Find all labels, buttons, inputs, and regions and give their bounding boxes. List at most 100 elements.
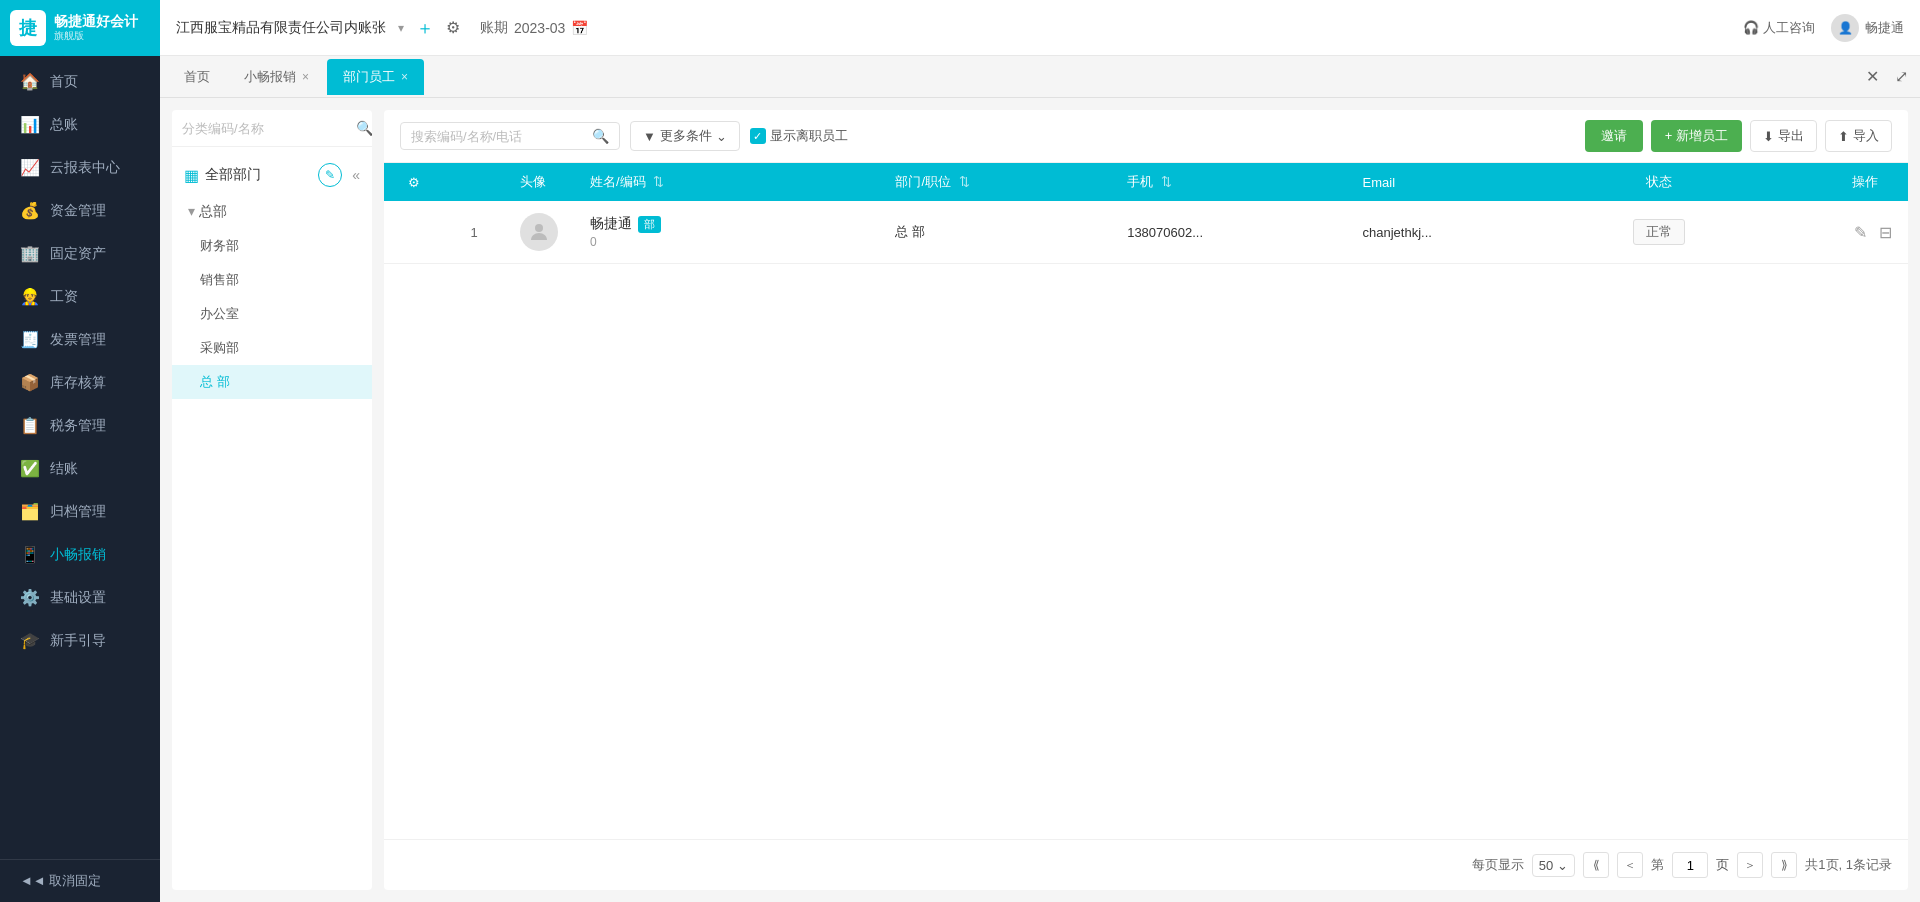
sidebar-item-archive[interactable]: 🗂️ 归档管理: [0, 490, 160, 533]
sidebar-item-funds[interactable]: 💰 资金管理: [0, 189, 160, 232]
row-status-cell: 正常: [1568, 201, 1751, 264]
first-page-button[interactable]: ⟪: [1583, 852, 1609, 878]
settings-icon: ⚙️: [20, 588, 40, 607]
row-name-cell: 畅捷通 部 0: [574, 201, 879, 264]
sidebar-item-inventory[interactable]: 📦 库存核算: [0, 361, 160, 404]
sidebar-item-tax[interactable]: 📋 税务管理: [0, 404, 160, 447]
tab-home-label: 首页: [184, 68, 210, 86]
sort-name-icon: ⇅: [653, 174, 664, 189]
row-dept-cell: 总 部: [879, 201, 1111, 264]
dept-search-bar: 🔍: [172, 110, 372, 147]
filter-icon: ▼: [643, 129, 656, 144]
sidebar-item-label: 基础设置: [50, 589, 106, 607]
toolbar-right-actions: 邀请 + 新增员工 ⬇ 导出 ⬆ 导入: [1585, 120, 1892, 152]
dept-item-caiwubu[interactable]: 财务部: [172, 229, 372, 263]
all-departments-header[interactable]: ▦ 全部部门 ✎ «: [172, 155, 372, 195]
add-company-icon[interactable]: ＋: [416, 16, 434, 40]
per-page-select[interactable]: 50 ⌄: [1532, 854, 1575, 877]
page-unit-label: 页: [1716, 856, 1729, 874]
sidebar-item-label: 结账: [50, 460, 78, 478]
prev-page-button[interactable]: ＜: [1617, 852, 1643, 878]
dept-edit-button[interactable]: ✎: [318, 163, 342, 187]
sidebar-item-expense[interactable]: 📱 小畅报销: [0, 533, 160, 576]
topbar-right: 🎧 人工咨询 👤 畅捷通: [1743, 14, 1904, 42]
sidebar-item-assets[interactable]: 🏢 固定资产: [0, 232, 160, 275]
user-profile[interactable]: 👤 畅捷通: [1831, 14, 1904, 42]
logo-title: 畅捷通好会计: [54, 13, 138, 30]
employee-search-box: 🔍: [400, 122, 620, 150]
tab-expense-close-icon[interactable]: ×: [302, 70, 309, 84]
sidebar-item-salary[interactable]: 👷 工资: [0, 275, 160, 318]
export-button[interactable]: ⬇ 导出: [1750, 120, 1817, 152]
tab-employees-label: 部门员工: [343, 68, 395, 86]
dept-item-zongbu[interactable]: ▾总部: [172, 195, 372, 229]
tab-expense[interactable]: 小畅报销 ×: [228, 59, 325, 95]
row-phone-cell: 138070602...: [1111, 201, 1346, 264]
table-row: 1 畅捷通: [384, 201, 1908, 264]
expense-icon: 📱: [20, 545, 40, 564]
import-button[interactable]: ⬆ 导入: [1825, 120, 1892, 152]
tab-home[interactable]: 首页: [168, 59, 226, 95]
sidebar-item-label: 新手引导: [50, 632, 106, 650]
dept-item-caigoubu[interactable]: 采购部: [172, 331, 372, 365]
page-number-input[interactable]: [1672, 852, 1708, 878]
sidebar-item-settings[interactable]: ⚙️ 基础设置: [0, 576, 160, 619]
sidebar-logo: 捷 畅捷通好会计 旗舰版: [0, 0, 160, 56]
sidebar-item-home[interactable]: 🏠 首页: [0, 60, 160, 103]
company-name: 江西服宝精品有限责任公司内账张: [176, 19, 386, 37]
sidebar-item-reports[interactable]: 📈 云报表中心: [0, 146, 160, 189]
show-resigned-checkbox[interactable]: ✓: [750, 128, 766, 144]
tab-expand-button[interactable]: ⤢: [1891, 63, 1912, 90]
tab-employees[interactable]: 部门员工 ×: [327, 59, 424, 95]
calendar-icon: 📅: [571, 20, 588, 36]
col-name-code[interactable]: 姓名/编码 ⇅: [574, 163, 879, 201]
sidebar-item-label: 小畅报销: [50, 546, 106, 564]
sidebar-item-ledger[interactable]: 📊 总账: [0, 103, 160, 146]
tab-employees-close-icon[interactable]: ×: [401, 70, 408, 84]
sidebar-item-label: 云报表中心: [50, 159, 120, 177]
employee-avatar: [520, 213, 558, 251]
dept-search-input[interactable]: [182, 121, 350, 136]
unpin-label: ◄◄ 取消固定: [20, 872, 101, 890]
sidebar-item-guide[interactable]: 🎓 新手引导: [0, 619, 160, 662]
tab-close-button[interactable]: ✕: [1862, 63, 1883, 90]
grid-icon: ▦: [184, 166, 199, 185]
employee-panel: 🔍 ▼ 更多条件 ⌄ ✓ 显示离职员工 邀请 + 新增员工 ⬇ 导出: [384, 110, 1908, 890]
col-phone[interactable]: 手机 ⇅: [1111, 163, 1346, 201]
edit-icon[interactable]: ✎: [1854, 223, 1867, 242]
invite-button[interactable]: 邀请: [1585, 120, 1643, 152]
period-selector[interactable]: 账期 2023-03 📅: [480, 19, 588, 37]
col-settings[interactable]: ⚙: [384, 163, 444, 201]
sidebar-item-invoices[interactable]: 🧾 发票管理: [0, 318, 160, 361]
sidebar-item-label: 税务管理: [50, 417, 106, 435]
col-status: 状态: [1568, 163, 1751, 201]
dept-search-icon[interactable]: 🔍: [356, 120, 372, 136]
logout-icon[interactable]: ⊟: [1879, 223, 1892, 242]
collapse-icon[interactable]: «: [352, 167, 360, 183]
last-page-button[interactable]: ⟫: [1771, 852, 1797, 878]
ledger-icon: 📊: [20, 115, 40, 134]
dept-item-zongbu-sub[interactable]: 总 部: [172, 365, 372, 399]
headset-icon: 🎧: [1743, 20, 1759, 35]
dept-item-bangongshi[interactable]: 办公室: [172, 297, 372, 331]
next-page-button[interactable]: ＞: [1737, 852, 1763, 878]
sidebar-unpin-button[interactable]: ◄◄ 取消固定: [0, 859, 160, 902]
search-icon[interactable]: 🔍: [592, 128, 609, 144]
employee-search-input[interactable]: [411, 129, 586, 144]
all-departments-label: 全部部门: [205, 166, 261, 184]
settings-gear-icon[interactable]: ⚙: [446, 18, 460, 37]
employee-name-text: 畅捷通: [590, 215, 632, 233]
col-dept-pos[interactable]: 部门/职位 ⇅: [879, 163, 1111, 201]
employee-table: ⚙ 头像 姓名/编码 ⇅ 部门/职位 ⇅: [384, 163, 1908, 264]
show-resigned-toggle[interactable]: ✓ 显示离职员工: [750, 127, 848, 145]
support-button[interactable]: 🎧 人工咨询: [1743, 19, 1815, 37]
add-employee-button[interactable]: + 新增员工: [1651, 120, 1742, 152]
close-accounts-icon: ✅: [20, 459, 40, 478]
sort-dept-icon: ⇅: [959, 174, 970, 189]
filter-button[interactable]: ▼ 更多条件 ⌄: [630, 121, 740, 151]
dropdown-arrow-icon[interactable]: ▾: [398, 21, 404, 35]
filter-label: 更多条件: [660, 127, 712, 145]
dept-item-xiaoshoubu[interactable]: 销售部: [172, 263, 372, 297]
sort-phone-icon: ⇅: [1161, 174, 1172, 189]
sidebar-item-close[interactable]: ✅ 结账: [0, 447, 160, 490]
